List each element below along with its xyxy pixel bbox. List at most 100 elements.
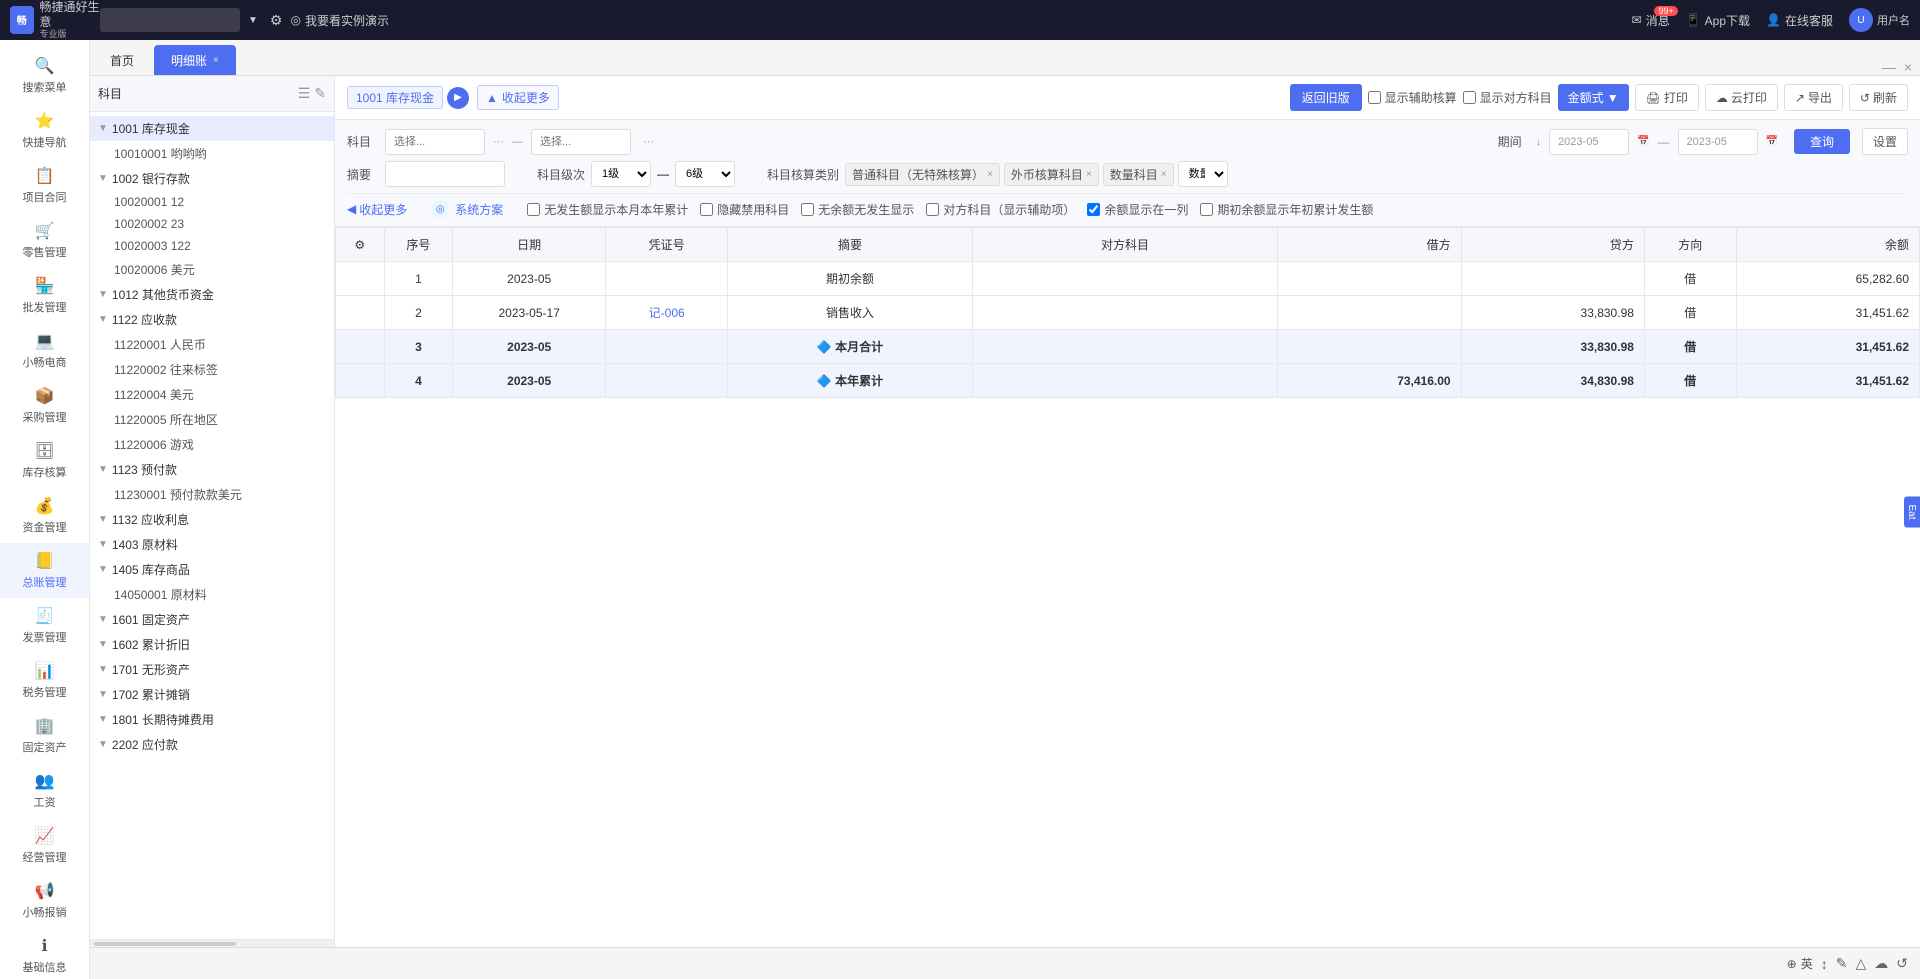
topbar-search-input[interactable] — [100, 8, 240, 32]
filter-period-end[interactable] — [1678, 129, 1758, 155]
account-item[interactable]: 11220002 往来标签 — [90, 357, 334, 382]
query-btn[interactable]: 查询 — [1794, 129, 1850, 154]
collapse-filter-btn[interactable]: ◀ 收起更多 — [347, 201, 407, 218]
account-item[interactable]: 11220006 游戏 — [90, 432, 334, 457]
bottom-icon-3[interactable]: △ — [1855, 955, 1866, 972]
topbar-app-btn[interactable]: 📱 App下载 — [1686, 12, 1750, 29]
account-item[interactable]: ▼ 1403 原材料 — [90, 532, 334, 557]
checkbox-year-begin-input[interactable] — [1200, 203, 1213, 216]
account-item[interactable]: ▼ 1801 长期待摊费用 — [90, 707, 334, 732]
account-item[interactable]: 14050001 原材料 — [90, 582, 334, 607]
tab-detail[interactable]: 明细账 × — [154, 45, 236, 75]
window-minimize-icon[interactable]: — — [1882, 59, 1896, 75]
bottom-icon-2[interactable]: ✎ — [1836, 955, 1848, 972]
checkbox-no-balance-input[interactable] — [801, 203, 814, 216]
show-contra-input[interactable] — [1463, 91, 1476, 104]
account-item[interactable]: ▼ 1701 无形资产 — [90, 657, 334, 682]
sidebar-item-wholesale[interactable]: 🏪 批发管理 — [0, 268, 89, 323]
left-panel-edit-icon[interactable]: ✎ — [314, 85, 326, 102]
sidebar-item-project[interactable]: 📋 项目合同 — [0, 158, 89, 213]
account-item[interactable]: ▼ 2202 应付款 — [90, 732, 334, 757]
sidebar-item-funds[interactable]: 💰 资金管理 — [0, 488, 89, 543]
sidebar-item-purchase[interactable]: 📦 采购管理 — [0, 378, 89, 433]
table-row[interactable]: 4 2023-05 🔷 本年累计 73,416.00 34,830.98 借 3… — [336, 364, 1920, 398]
account-item[interactable]: 11220005 所在地区 — [90, 407, 334, 432]
window-close-icon[interactable]: × — [1904, 59, 1912, 75]
filter-tag-foreign-close[interactable]: × — [1086, 169, 1092, 180]
filter-quantity-select[interactable]: 数量科目 — [1178, 161, 1228, 187]
account-item[interactable]: 10020002 23 — [90, 213, 334, 235]
account-item[interactable]: ▼ 1602 累计折旧 — [90, 632, 334, 657]
checkbox-balance-one-col-input[interactable] — [1087, 203, 1100, 216]
sidebar-item-invoice[interactable]: 🧾 发票管理 — [0, 598, 89, 653]
tab-close-icon[interactable]: × — [213, 55, 219, 66]
topbar-dropdown-icon[interactable]: ▼ — [248, 15, 258, 26]
sidebar-item-payroll[interactable]: 👥 工资 — [0, 763, 89, 818]
cloud-print-btn[interactable]: ☁ 云打印 — [1705, 84, 1778, 111]
account-item[interactable]: ▼ 1132 应收利息 — [90, 507, 334, 532]
account-item[interactable]: ▼ 1122 应收款 — [90, 307, 334, 332]
sidebar-item-search[interactable]: 🔍 搜索菜单 — [0, 48, 89, 103]
more-btn[interactable]: ▲ 收起更多 — [477, 85, 559, 110]
style-btn[interactable]: 金额式 ▼ — [1558, 84, 1629, 111]
sidebar-item-retail[interactable]: 🛒 零售管理 — [0, 213, 89, 268]
print-btn[interactable]: 🖨 打印 — [1635, 84, 1699, 111]
show-helper-input[interactable] — [1368, 91, 1381, 104]
table-row[interactable]: 2 2023-05-17 记-006 销售收入 33,830.98 借 31,4… — [336, 296, 1920, 330]
left-panel-list-icon[interactable]: ☰ — [298, 85, 311, 102]
account-item[interactable]: ▼ 1601 固定资产 — [90, 607, 334, 632]
filter-account-input[interactable] — [385, 129, 485, 155]
account-item[interactable]: 10010001 哟哟哟 — [90, 141, 334, 166]
return-old-btn[interactable]: 返回旧版 — [1290, 84, 1362, 111]
sidebar-item-inventory[interactable]: 🗄 库存核算 — [0, 433, 89, 488]
account-item[interactable]: ▼ 1002 银行存款 — [90, 166, 334, 191]
account-nav-arrow[interactable]: ▶ — [447, 87, 469, 109]
filter-account-input2[interactable] — [531, 129, 631, 155]
checkbox-hide-disabled-input[interactable] — [700, 203, 713, 216]
right-edge-btn[interactable]: Eat — [1904, 496, 1920, 527]
topbar-avatar-btn[interactable]: U 用户名 — [1849, 8, 1910, 32]
scrollbar-thumb[interactable] — [94, 942, 236, 946]
bottom-icon-1[interactable]: ↕ — [1821, 956, 1828, 972]
voucher-link[interactable]: 记-006 — [649, 306, 685, 320]
topbar-gear-icon[interactable]: ⚙ — [270, 12, 283, 29]
account-item[interactable]: 11230001 预付款款美元 — [90, 482, 334, 507]
sidebar-item-ledger[interactable]: 📒 总账管理 — [0, 543, 89, 598]
table-row[interactable]: 1 2023-05 期初余额 借 65,282.60 — [336, 262, 1920, 296]
account-item[interactable]: 11220001 人民币 — [90, 332, 334, 357]
bottom-icon-5[interactable]: ↺ — [1896, 955, 1908, 972]
account-item[interactable]: ▼ 1012 其他货币资金 — [90, 282, 334, 307]
lang-switcher[interactable]: ⊕ 英 — [1787, 955, 1813, 972]
checkbox-no-occurrence-input[interactable] — [527, 203, 540, 216]
table-row[interactable]: 3 2023-05 🔷 本月合计 33,830.98 借 31,451.62 — [336, 330, 1920, 364]
settings-btn[interactable]: 设置 — [1862, 128, 1908, 155]
tab-home[interactable]: 首页 — [94, 45, 150, 75]
export-btn[interactable]: ↗ 导出 — [1784, 84, 1843, 111]
topbar-demo-btn[interactable]: ◎ 我要看实例演示 — [290, 12, 389, 29]
topbar-msg-btn[interactable]: ✉ 消息 99+ — [1632, 12, 1670, 29]
refresh-btn[interactable]: ↺ 刷新 — [1849, 84, 1908, 111]
account-item[interactable]: ▼ 1123 预付款 — [90, 457, 334, 482]
filter-tag-normal-close[interactable]: × — [987, 169, 993, 180]
account-item[interactable]: ▼ 1001 库存现金 — [90, 116, 334, 141]
filter-summary-input[interactable] — [385, 161, 505, 187]
account-item[interactable]: 11220004 美元 — [90, 382, 334, 407]
account-item[interactable]: ▼ 1405 库存商品 — [90, 557, 334, 582]
account-item[interactable]: 10020001 12 — [90, 191, 334, 213]
checkbox-contra-display-input[interactable] — [926, 203, 939, 216]
sidebar-item-operations[interactable]: 📈 经营管理 — [0, 818, 89, 873]
account-item[interactable]: 10020003 122 — [90, 235, 334, 257]
sidebar-item-ecommerce[interactable]: 💻 小畅电商 — [0, 323, 89, 378]
filter-tag-quantity-close[interactable]: × — [1161, 169, 1167, 180]
bottom-icon-4[interactable]: ☁ — [1874, 955, 1888, 972]
account-item[interactable]: 10020006 美元 — [90, 257, 334, 282]
topbar-service-btn[interactable]: 👤 在线客服 — [1766, 12, 1833, 29]
filter-level-end[interactable]: 6级5级4级 — [675, 161, 735, 187]
sidebar-item-quicknav[interactable]: ⭐ 快捷导航 — [0, 103, 89, 158]
sidebar-item-sales[interactable]: 📢 小畅报销 — [0, 873, 89, 928]
sidebar-item-basic[interactable]: ℹ 基础信息 — [0, 928, 89, 979]
sidebar-item-assets[interactable]: 🏢 固定资产 — [0, 708, 89, 763]
filter-period-start[interactable] — [1549, 129, 1629, 155]
account-item[interactable]: ▼ 1702 累计摊销 — [90, 682, 334, 707]
row-voucher[interactable]: 记-006 — [606, 296, 728, 330]
